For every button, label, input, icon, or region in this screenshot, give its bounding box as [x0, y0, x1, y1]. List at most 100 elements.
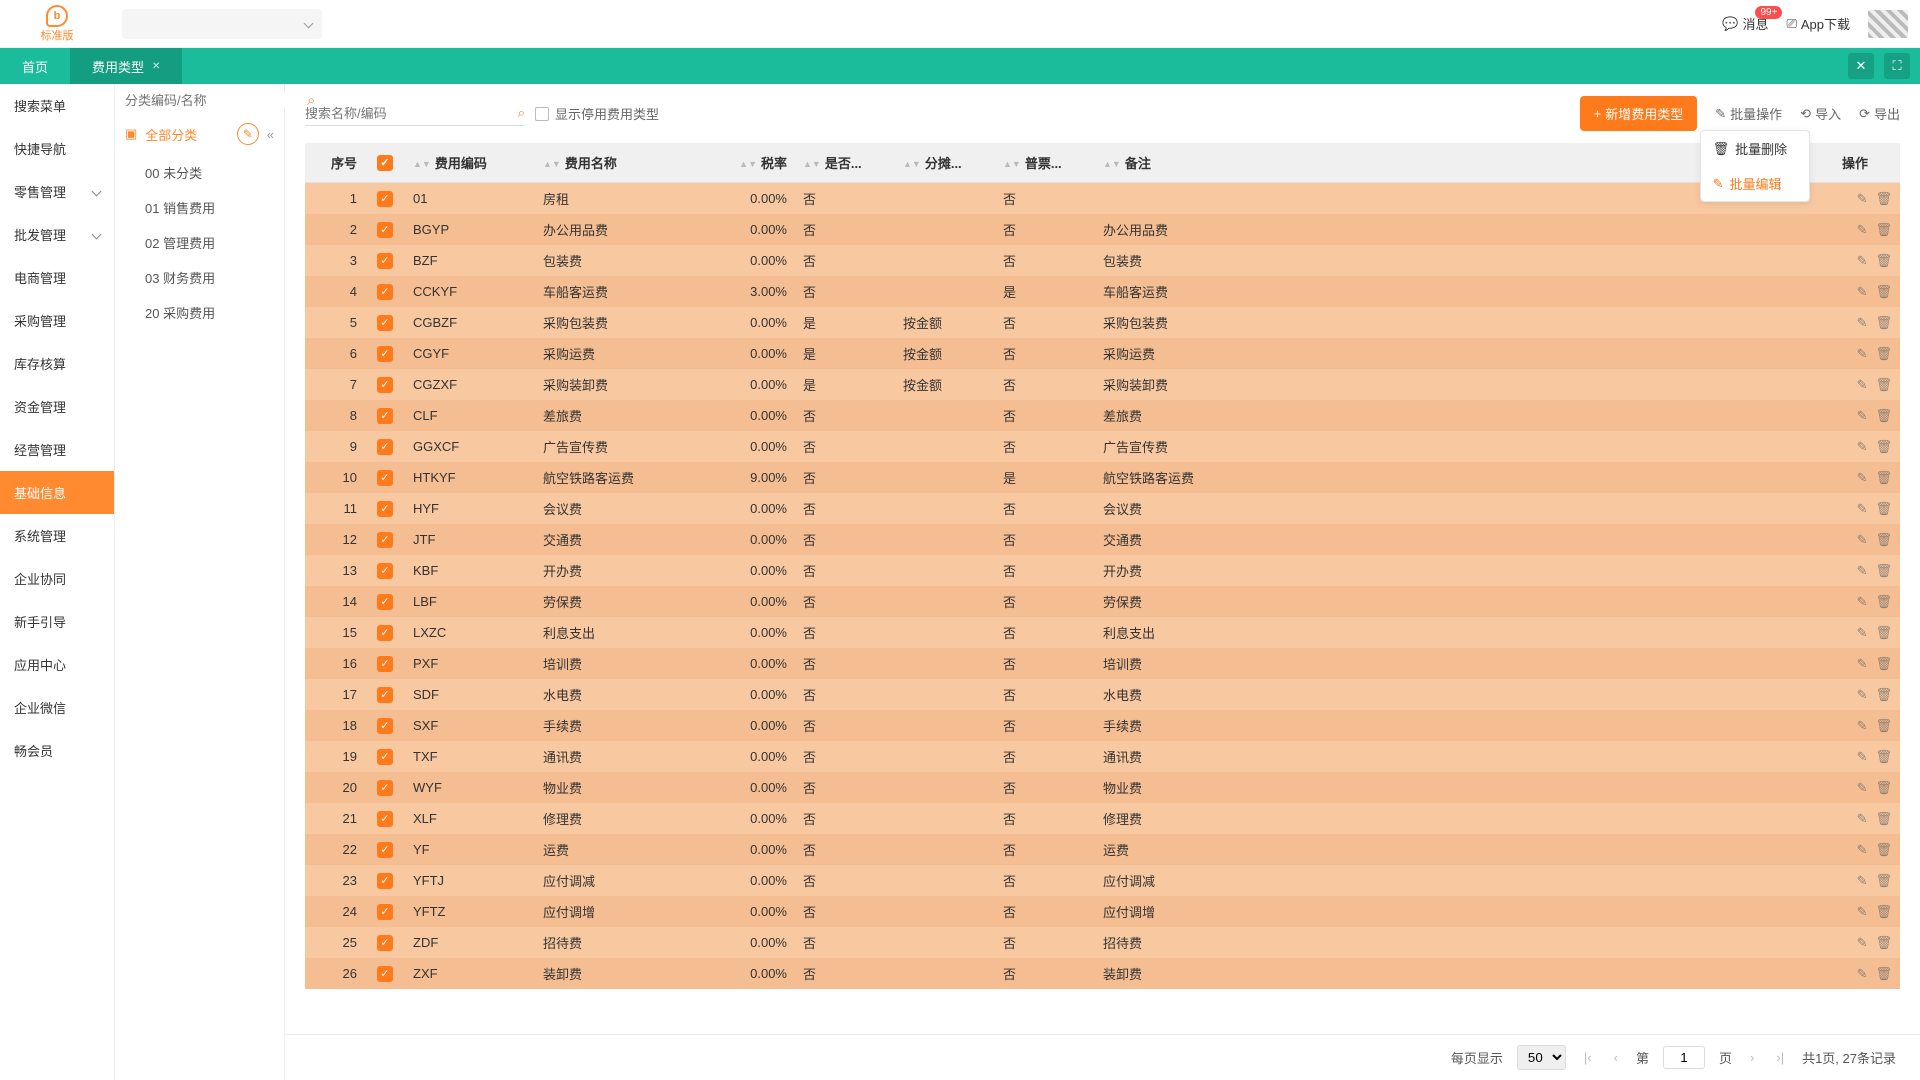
delete-row-button[interactable]: 🗑: [1875, 408, 1892, 423]
search-icon[interactable]: ⌕: [518, 105, 525, 121]
sidebar-item[interactable]: 快捷导航: [0, 127, 114, 170]
sidebar-item[interactable]: 零售管理: [0, 170, 114, 213]
prev-page-button[interactable]: ‹: [1610, 1050, 1622, 1065]
delete-row-button[interactable]: 🗑: [1875, 904, 1892, 919]
col-name[interactable]: ▲▼费用名称: [535, 143, 715, 183]
delete-row-button[interactable]: 🗑: [1875, 935, 1892, 950]
table-row[interactable]: 14✓LBF劳保费0.00%否否劳保费✎🗑: [305, 586, 1900, 617]
add-expense-type-button[interactable]: + 新增费用类型: [1580, 96, 1698, 131]
batch-edit-item[interactable]: ✎ 批量编辑: [1701, 166, 1809, 201]
tab-home[interactable]: 首页: [0, 48, 70, 84]
table-row[interactable]: 22✓YF运费0.00%否否运费✎🗑: [305, 834, 1900, 865]
delete-row-button[interactable]: 🗑: [1875, 470, 1892, 485]
table-row[interactable]: 3✓BZF包装费0.00%否否包装费✎🗑: [305, 245, 1900, 276]
edit-row-button[interactable]: ✎: [1857, 501, 1868, 516]
table-row[interactable]: 23✓YFTJ应付调减0.00%否否应付调减✎🗑: [305, 865, 1900, 896]
table-row[interactable]: 6✓CGYF采购运费0.00%是按金额否采购运费✎🗑: [305, 338, 1900, 369]
tree-item[interactable]: 01 销售费用: [115, 190, 284, 225]
delete-row-button[interactable]: 🗑: [1875, 439, 1892, 454]
edit-row-button[interactable]: ✎: [1857, 873, 1868, 888]
collapse-tree-button[interactable]: «: [267, 127, 274, 142]
edit-row-button[interactable]: ✎: [1857, 625, 1868, 640]
page-input[interactable]: [1663, 1046, 1705, 1069]
edit-row-button[interactable]: ✎: [1857, 470, 1868, 485]
close-icon[interactable]: ✕: [152, 61, 160, 72]
edit-row-button[interactable]: ✎: [1857, 594, 1868, 609]
avatar[interactable]: [1868, 10, 1908, 38]
delete-row-button[interactable]: 🗑: [1875, 315, 1892, 330]
edit-row-button[interactable]: ✎: [1857, 191, 1868, 206]
col-alloc[interactable]: ▲▼分摊...: [895, 143, 995, 183]
table-row[interactable]: 24✓YFTZ应付调增0.00%否否应付调增✎🗑: [305, 896, 1900, 927]
export-button[interactable]: ⟳ 导出: [1859, 104, 1900, 123]
table-row[interactable]: 18✓SXF手续费0.00%否否手续费✎🗑: [305, 710, 1900, 741]
edit-row-button[interactable]: ✎: [1857, 966, 1868, 981]
col-check[interactable]: ✓: [365, 143, 405, 183]
sidebar-item[interactable]: 系统管理: [0, 514, 114, 557]
sidebar-item[interactable]: 采购管理: [0, 299, 114, 342]
delete-row-button[interactable]: 🗑: [1875, 687, 1892, 702]
delete-row-button[interactable]: 🗑: [1875, 966, 1892, 981]
edit-row-button[interactable]: ✎: [1857, 904, 1868, 919]
table-row[interactable]: 1✓01房租0.00%否否✎🗑: [305, 183, 1900, 215]
delete-row-button[interactable]: 🗑: [1875, 811, 1892, 826]
edit-row-button[interactable]: ✎: [1857, 315, 1868, 330]
table-row[interactable]: 17✓SDF水电费0.00%否否水电费✎🗑: [305, 679, 1900, 710]
table-row[interactable]: 2✓BGYP办公用品费0.00%否否办公用品费✎🗑: [305, 214, 1900, 245]
batch-ops-button[interactable]: ✎ 批量操作: [1715, 104, 1782, 123]
app-download-button[interactable]: ⎚ App下载: [1786, 14, 1850, 33]
edit-row-button[interactable]: ✎: [1857, 656, 1868, 671]
table-row[interactable]: 15✓LXZC利息支出0.00%否否利息支出✎🗑: [305, 617, 1900, 648]
delete-row-button[interactable]: 🗑: [1875, 191, 1892, 206]
table-row[interactable]: 11✓HYF会议费0.00%否否会议费✎🗑: [305, 493, 1900, 524]
sidebar-item[interactable]: 新手引导: [0, 600, 114, 643]
per-page-select[interactable]: 50: [1517, 1045, 1566, 1070]
delete-row-button[interactable]: 🗑: [1875, 253, 1892, 268]
table-row[interactable]: 26✓ZXF装卸费0.00%否否装卸费✎🗑: [305, 958, 1900, 989]
sidebar-item[interactable]: 畅会员: [0, 729, 114, 772]
table-row[interactable]: 20✓WYF物业费0.00%否否物业费✎🗑: [305, 772, 1900, 803]
table-row[interactable]: 13✓KBF开办费0.00%否否开办费✎🗑: [305, 555, 1900, 586]
last-page-button[interactable]: ›|: [1772, 1050, 1788, 1065]
fullscreen-button[interactable]: ⛶: [1884, 53, 1910, 79]
batch-delete-item[interactable]: 🗑 批量删除: [1701, 131, 1809, 166]
show-disabled-checkbox[interactable]: 显示停用费用类型: [535, 104, 659, 123]
sidebar-item[interactable]: 经营管理: [0, 428, 114, 471]
table-row[interactable]: 5✓CGBZF采购包装费0.00%是按金额否采购包装费✎🗑: [305, 307, 1900, 338]
edit-row-button[interactable]: ✎: [1857, 377, 1868, 392]
import-button[interactable]: ⟲ 导入: [1800, 104, 1841, 123]
delete-row-button[interactable]: 🗑: [1875, 749, 1892, 764]
sidebar-item[interactable]: 基础信息: [0, 471, 114, 514]
table-row[interactable]: 7✓CGZXF采购装卸费0.00%是按金额否采购装卸费✎🗑: [305, 369, 1900, 400]
delete-row-button[interactable]: 🗑: [1875, 563, 1892, 578]
edit-row-button[interactable]: ✎: [1857, 687, 1868, 702]
sidebar-item[interactable]: 批发管理: [0, 213, 114, 256]
delete-row-button[interactable]: 🗑: [1875, 718, 1892, 733]
tree-item[interactable]: 00 未分类: [115, 155, 284, 190]
edit-row-button[interactable]: ✎: [1857, 935, 1868, 950]
tree-root-label[interactable]: 全部分类: [145, 125, 197, 144]
edit-row-button[interactable]: ✎: [1857, 408, 1868, 423]
table-row[interactable]: 9✓GGXCF广告宣传费0.00%否否广告宣传费✎🗑: [305, 431, 1900, 462]
tree-item[interactable]: 03 财务费用: [115, 260, 284, 295]
sidebar-item[interactable]: 电商管理: [0, 256, 114, 299]
table-row[interactable]: 25✓ZDF招待费0.00%否否招待费✎🗑: [305, 927, 1900, 958]
delete-row-button[interactable]: 🗑: [1875, 594, 1892, 609]
table-row[interactable]: 12✓JTF交通费0.00%否否交通费✎🗑: [305, 524, 1900, 555]
col-ticket[interactable]: ▲▼普票...: [995, 143, 1095, 183]
next-page-button[interactable]: ›: [1746, 1050, 1758, 1065]
sidebar-item[interactable]: 搜索菜单: [0, 84, 114, 127]
delete-row-button[interactable]: 🗑: [1875, 532, 1892, 547]
col-rate[interactable]: ▲▼税率: [715, 143, 795, 183]
workspace-selector[interactable]: [122, 9, 322, 39]
col-seq[interactable]: 序号: [305, 143, 365, 183]
delete-row-button[interactable]: 🗑: [1875, 284, 1892, 299]
edit-row-button[interactable]: ✎: [1857, 222, 1868, 237]
edit-row-button[interactable]: ✎: [1857, 718, 1868, 733]
sidebar-item[interactable]: 企业微信: [0, 686, 114, 729]
delete-row-button[interactable]: 🗑: [1875, 222, 1892, 237]
sidebar-item[interactable]: 企业协同: [0, 557, 114, 600]
sidebar-item[interactable]: 库存核算: [0, 342, 114, 385]
table-row[interactable]: 4✓CCKYF车船客运费3.00%否是车船客运费✎🗑: [305, 276, 1900, 307]
edit-row-button[interactable]: ✎: [1857, 811, 1868, 826]
